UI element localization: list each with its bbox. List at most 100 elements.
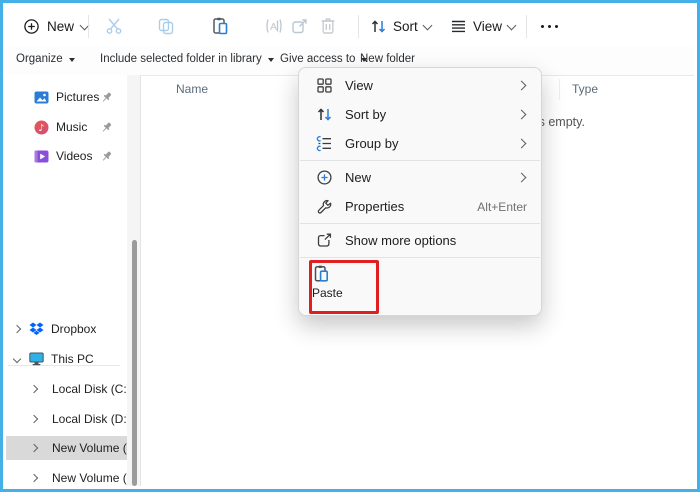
sidebar-item-videos[interactable]: Videos bbox=[6, 144, 127, 168]
expand-chevron-icon[interactable] bbox=[30, 474, 38, 482]
sidebar-item-local-disk-d[interactable]: Local Disk (D:) bbox=[6, 407, 127, 431]
menu-separator bbox=[300, 223, 540, 224]
pin-icon bbox=[100, 91, 113, 104]
menu-item-group-by[interactable]: Group by bbox=[299, 129, 541, 158]
view-button[interactable]: View bbox=[450, 13, 515, 40]
give-access-label: Give access to bbox=[280, 53, 355, 65]
dropdown-arrow-icon bbox=[69, 58, 75, 62]
paste-icon bbox=[312, 264, 331, 284]
menu-item-label: Group by bbox=[345, 136, 506, 151]
new-item-icon bbox=[316, 169, 333, 186]
sidebar-item-label: Pictures bbox=[56, 90, 99, 104]
expand-chevron-icon[interactable] bbox=[30, 444, 38, 452]
expand-chevron-icon[interactable] bbox=[13, 325, 21, 333]
see-more-icon[interactable] bbox=[541, 25, 558, 28]
sidebar-item-dropbox[interactable]: Dropbox bbox=[6, 317, 127, 341]
sidebar-item-label: Videos bbox=[56, 149, 92, 163]
pin-icon bbox=[100, 121, 113, 134]
grid-view-icon bbox=[316, 77, 333, 94]
sort-button-label: Sort bbox=[393, 19, 418, 34]
include-in-library-label: Include selected folder in library bbox=[100, 53, 262, 65]
sidebar-item-label: Dropbox bbox=[51, 322, 96, 336]
dropbox-icon bbox=[29, 322, 44, 336]
svg-text:A: A bbox=[270, 21, 277, 33]
videos-icon bbox=[34, 149, 49, 164]
sidebar-item-music[interactable]: ♪ Music bbox=[6, 115, 127, 139]
dropdown-arrow-icon bbox=[268, 58, 274, 62]
command-bar: New A Sort View bbox=[6, 6, 694, 48]
delete-icon[interactable] bbox=[318, 16, 338, 36]
collapse-chevron-icon[interactable] bbox=[13, 355, 21, 363]
column-header-name[interactable]: Name bbox=[176, 82, 208, 96]
organize-label: Organize bbox=[16, 53, 63, 65]
new-folder-button[interactable]: New folder bbox=[360, 53, 415, 65]
menu-item-show-more-options[interactable]: Show more options bbox=[299, 226, 541, 255]
sidebar-scrollbar-thumb[interactable] bbox=[132, 240, 137, 486]
sidebar-item-label: Local Disk (C:) bbox=[52, 382, 127, 396]
menu-item-properties[interactable]: Properties Alt+Enter bbox=[299, 192, 541, 221]
sidebar-item-local-disk-c[interactable]: Local Disk (C:) bbox=[6, 377, 127, 401]
this-pc-icon bbox=[29, 352, 44, 366]
menu-item-shortcut: Alt+Enter bbox=[477, 200, 527, 214]
give-access-button[interactable]: Give access to bbox=[280, 53, 367, 65]
sidebar-item-new-volume-selected[interactable]: New Volume (I bbox=[6, 436, 127, 460]
toolbar-separator bbox=[526, 15, 527, 38]
sidebar-item-label: New Volume (I bbox=[52, 441, 127, 455]
sidebar-item-label: Music bbox=[56, 120, 87, 134]
menu-item-label: Sort by bbox=[345, 107, 506, 122]
navigation-pane: Pictures ♪ Music Videos Dropbox This PC bbox=[6, 75, 127, 486]
sort-icon bbox=[370, 18, 387, 35]
menu-item-new[interactable]: New bbox=[299, 163, 541, 192]
new-button[interactable]: New bbox=[15, 13, 96, 40]
menu-item-view[interactable]: View bbox=[299, 71, 541, 100]
menu-item-paste[interactable]: Paste bbox=[299, 260, 541, 312]
menu-item-sort-by[interactable]: Sort by bbox=[299, 100, 541, 129]
sidebar-item-label: This PC bbox=[51, 352, 94, 366]
organize-button[interactable]: Organize bbox=[16, 53, 75, 65]
sidebar-item-pictures[interactable]: Pictures bbox=[6, 85, 127, 109]
cut-icon[interactable] bbox=[104, 16, 124, 36]
submenu-chevron-icon bbox=[517, 139, 527, 149]
paste-label: Paste bbox=[312, 286, 343, 300]
menu-item-label: Show more options bbox=[345, 233, 527, 248]
menu-item-label: Properties bbox=[345, 199, 465, 214]
explorer-window: New A Sort View Organize Inclu bbox=[0, 0, 700, 492]
share-icon[interactable] bbox=[290, 16, 310, 36]
group-by-icon bbox=[316, 135, 333, 152]
sort-by-icon bbox=[316, 106, 333, 123]
context-menu: View Sort by Group by New Properties Alt… bbox=[298, 67, 542, 316]
chevron-down-icon bbox=[422, 20, 432, 30]
new-button-label: New bbox=[47, 19, 74, 34]
expand-chevron-icon[interactable] bbox=[30, 415, 38, 423]
menu-item-label: View bbox=[345, 78, 506, 93]
column-separator[interactable] bbox=[559, 79, 560, 100]
pictures-icon bbox=[34, 90, 49, 105]
menu-separator bbox=[300, 257, 540, 258]
sidebar-item-label: New Volume (E: bbox=[52, 471, 127, 485]
menu-item-label: New bbox=[345, 170, 506, 185]
paste-icon[interactable] bbox=[210, 16, 230, 36]
svg-text:♪: ♪ bbox=[38, 123, 44, 134]
sidebar-item-label: Local Disk (D:) bbox=[52, 412, 127, 426]
circle-plus-icon bbox=[23, 18, 40, 35]
pin-icon bbox=[100, 150, 113, 163]
column-header-type[interactable]: Type bbox=[572, 82, 598, 96]
sidebar-item-new-volume-e[interactable]: New Volume (E: bbox=[6, 466, 127, 486]
chevron-down-icon bbox=[507, 20, 517, 30]
sidebar-item-this-pc[interactable]: This PC bbox=[6, 347, 127, 371]
sort-button[interactable]: Sort bbox=[370, 13, 431, 40]
expand-chevron-icon[interactable] bbox=[30, 385, 38, 393]
view-button-label: View bbox=[473, 19, 502, 34]
view-lines-icon bbox=[450, 18, 467, 35]
include-in-library-button[interactable]: Include selected folder in library bbox=[100, 53, 274, 65]
new-folder-label: New folder bbox=[360, 53, 415, 65]
toolbar-separator bbox=[358, 15, 359, 38]
submenu-chevron-icon bbox=[517, 173, 527, 183]
copy-icon[interactable] bbox=[156, 16, 176, 36]
rename-icon[interactable]: A bbox=[264, 16, 284, 36]
submenu-chevron-icon bbox=[517, 110, 527, 120]
toolbar-separator bbox=[88, 15, 89, 38]
music-icon: ♪ bbox=[34, 120, 49, 135]
menu-separator bbox=[300, 160, 540, 161]
properties-icon bbox=[316, 198, 333, 215]
